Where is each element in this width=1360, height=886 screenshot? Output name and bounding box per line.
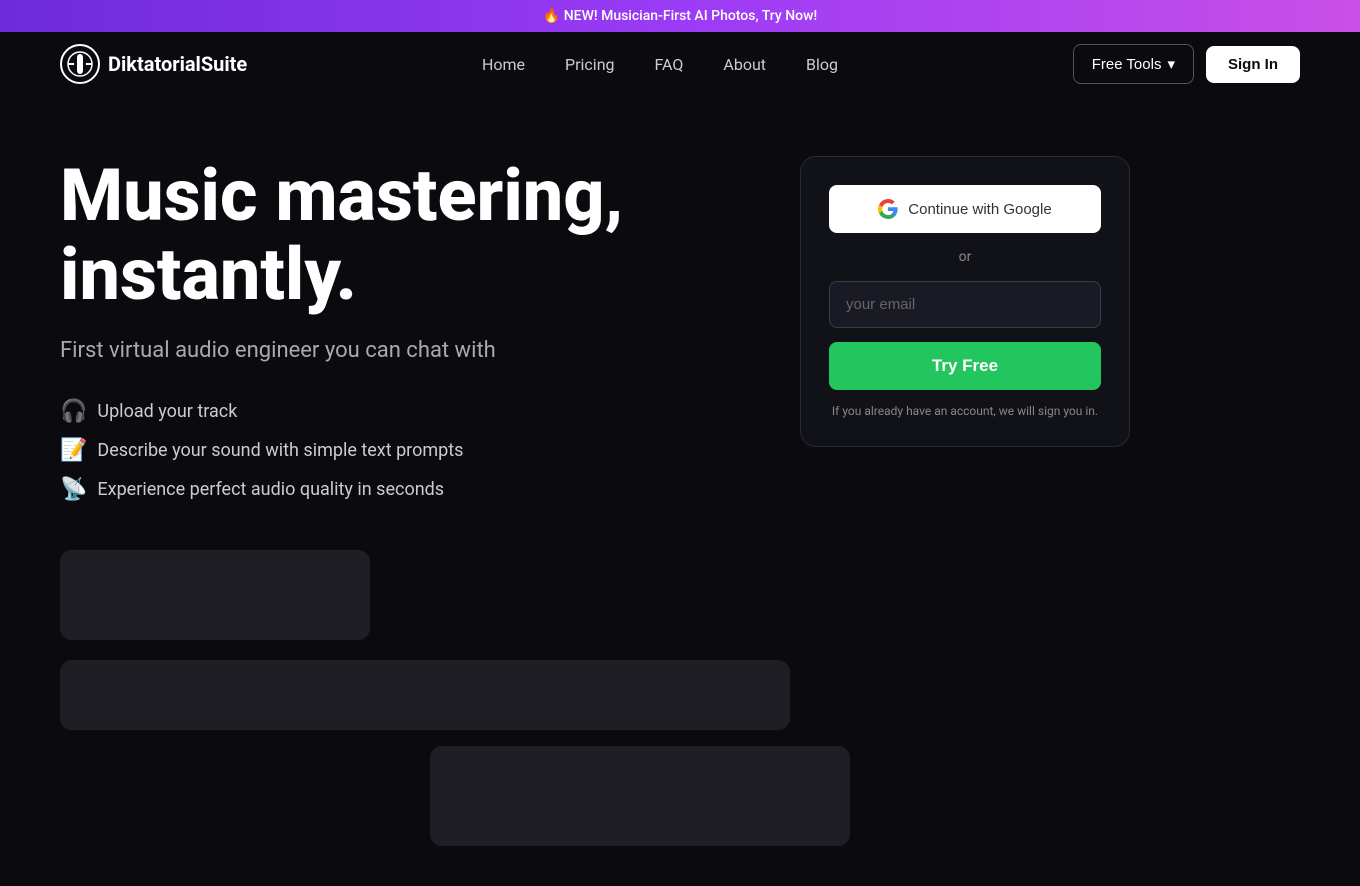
- feature-list: 🎧 Upload your track 📝 Describe your soun…: [60, 399, 740, 502]
- nav-links: Home Pricing FAQ About Blog: [482, 55, 838, 74]
- nav-pricing[interactable]: Pricing: [565, 55, 615, 74]
- feature-item-3: 📡 Experience perfect audio quality in se…: [60, 477, 740, 502]
- feature-text-3: Experience perfect audio quality in seco…: [97, 479, 444, 500]
- try-free-button[interactable]: Try Free: [829, 342, 1101, 390]
- top-banner: 🔥 NEW! Musician-First AI Photos, Try Now…: [0, 0, 1360, 32]
- divider-or: or: [829, 249, 1101, 265]
- navbar: DiktatorialSuite Home Pricing FAQ About …: [0, 32, 1360, 96]
- logo-icon: [60, 44, 100, 84]
- feature-text-1: Upload your track: [97, 401, 237, 422]
- nav-blog[interactable]: Blog: [806, 55, 838, 74]
- banner-text: 🔥 NEW! Musician-First AI Photos, Try Now…: [543, 8, 817, 24]
- placeholder-block-1: [60, 550, 370, 640]
- free-tools-button[interactable]: Free Tools ▾: [1073, 44, 1194, 84]
- chevron-down-icon: ▾: [1167, 55, 1175, 73]
- signup-card: Continue with Google or Try Free If you …: [800, 156, 1130, 447]
- nav-faq[interactable]: FAQ: [655, 55, 684, 74]
- google-btn-label: Continue with Google: [908, 201, 1051, 218]
- hero-section: Music mastering, instantly. First virtua…: [0, 96, 1360, 886]
- signin-hint: If you already have an account, we will …: [829, 404, 1101, 418]
- google-signin-button[interactable]: Continue with Google: [829, 185, 1101, 233]
- placeholder-block-2: [60, 660, 790, 730]
- logo[interactable]: DiktatorialSuite: [60, 44, 247, 84]
- hero-subtitle: First virtual audio engineer you can cha…: [60, 338, 740, 363]
- satellite-icon: 📡: [60, 477, 87, 502]
- nav-home[interactable]: Home: [482, 55, 525, 74]
- nav-about[interactable]: About: [723, 55, 766, 74]
- hero-title: Music mastering, instantly.: [60, 156, 740, 314]
- nav-right: Free Tools ▾ Sign In: [1073, 44, 1300, 84]
- hero-left: Music mastering, instantly. First virtua…: [60, 156, 740, 846]
- sign-in-button[interactable]: Sign In: [1206, 46, 1300, 83]
- email-input[interactable]: [829, 281, 1101, 328]
- logo-text: DiktatorialSuite: [108, 52, 247, 76]
- feature-item-2: 📝 Describe your sound with simple text p…: [60, 438, 740, 463]
- free-tools-label: Free Tools: [1092, 56, 1162, 73]
- placeholder-block-3: [430, 746, 850, 846]
- headphones-icon: 🎧: [60, 399, 87, 424]
- feature-text-2: Describe your sound with simple text pro…: [97, 440, 463, 461]
- notebook-icon: 📝: [60, 438, 87, 463]
- google-logo-icon: [878, 199, 898, 219]
- feature-item-1: 🎧 Upload your track: [60, 399, 740, 424]
